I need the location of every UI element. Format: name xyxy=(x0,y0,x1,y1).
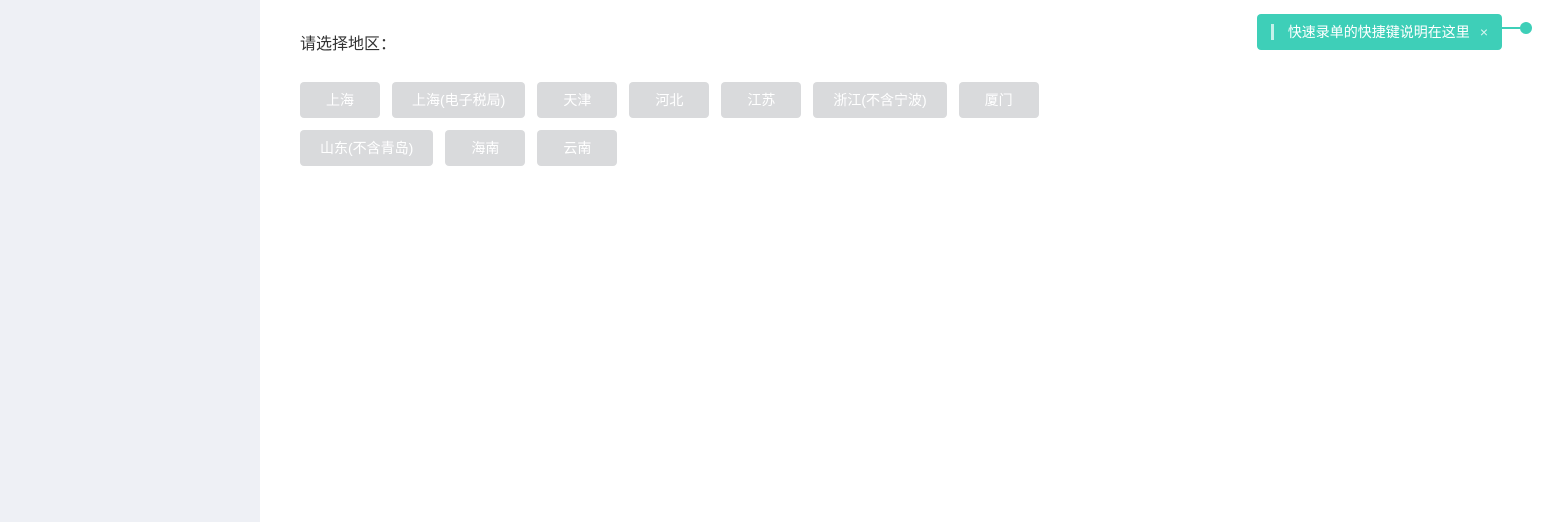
region-btn-xiamen[interactable]: 厦门 xyxy=(959,82,1039,118)
region-buttons-row1: 上海上海(电子税局) 天津河北江苏浙江(不含宁波) 厦门 xyxy=(300,82,1522,118)
tooltip-banner: 快速录单的快捷键说明在这里 × xyxy=(1257,14,1502,50)
tooltip-text: 快速录单的快捷键说明在这里 xyxy=(1288,22,1470,42)
tooltip-line xyxy=(1502,27,1520,29)
region-btn-shanghai[interactable]: 上海 xyxy=(300,82,380,118)
main-content: 请选择地区： 上海上海(电子税局)天津河北江苏浙江(不含宁波)厦门 山东(不含青… xyxy=(260,0,1562,522)
tooltip-dot xyxy=(1520,22,1532,34)
region-btn-shanghai-etax[interactable]: 上海(电子税局) xyxy=(392,82,525,118)
region-buttons-row2: 山东(不含青岛) 海南云南 xyxy=(300,130,1522,166)
tooltip-close-button[interactable]: × xyxy=(1480,24,1488,40)
region-btn-tianjin[interactable]: 天津 xyxy=(537,82,617,118)
region-btn-hainan[interactable]: 海南 xyxy=(445,130,525,166)
region-btn-zhejiang[interactable]: 浙江(不含宁波) xyxy=(813,82,946,118)
region-btn-shandong[interactable]: 山东(不含青岛) xyxy=(300,130,433,166)
region-btn-hebei[interactable]: 河北 xyxy=(629,82,709,118)
region-btn-jiangsu[interactable]: 江苏 xyxy=(721,82,801,118)
region-btn-yunnan[interactable]: 云南 xyxy=(537,130,617,166)
left-sidebar xyxy=(0,0,260,522)
